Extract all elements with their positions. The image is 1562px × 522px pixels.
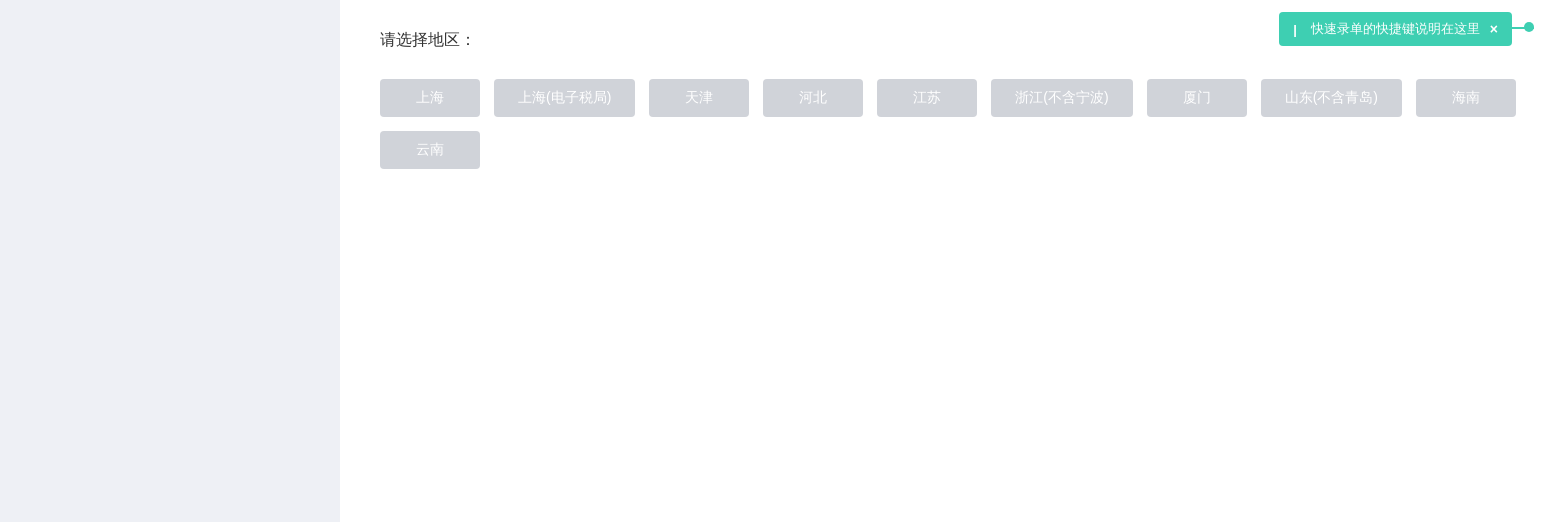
sidebar <box>0 0 340 522</box>
region-button-xiamen[interactable]: 厦门 <box>1147 79 1247 117</box>
tooltip-text: 快速录单的快捷键说明在这里 <box>1311 20 1480 38</box>
region-button-shandong[interactable]: 山东(不含青岛) <box>1261 79 1402 117</box>
region-button-shanghai-etax[interactable]: 上海(电子税局) <box>494 79 635 117</box>
tooltip-close-button[interactable]: × <box>1490 22 1498 36</box>
region-button-tianjin[interactable]: 天津 <box>649 79 749 117</box>
tooltip-dot <box>1524 22 1534 32</box>
region-button-shanghai[interactable]: 上海 <box>380 79 480 117</box>
region-button-jiangsu[interactable]: 江苏 <box>877 79 977 117</box>
region-button-hainan[interactable]: 海南 <box>1416 79 1516 117</box>
region-button-yunnan[interactable]: 云南 <box>380 131 480 169</box>
region-button-zhejiang[interactable]: 浙江(不含宁波) <box>991 79 1132 117</box>
region-buttons: 上海上海(电子税局) 天津河北江苏浙江(不含宁波) 厦门山东(不含青岛) 海南云南 <box>380 79 1522 169</box>
region-button-hebei[interactable]: 河北 <box>763 79 863 117</box>
main-content: 请选择地区： 上海上海(电子税局)天津河北江苏浙江(不含宁波)厦门山东(不含青岛… <box>340 0 1562 522</box>
tooltip-banner: 快速录单的快捷键说明在这里 × <box>1279 12 1512 46</box>
